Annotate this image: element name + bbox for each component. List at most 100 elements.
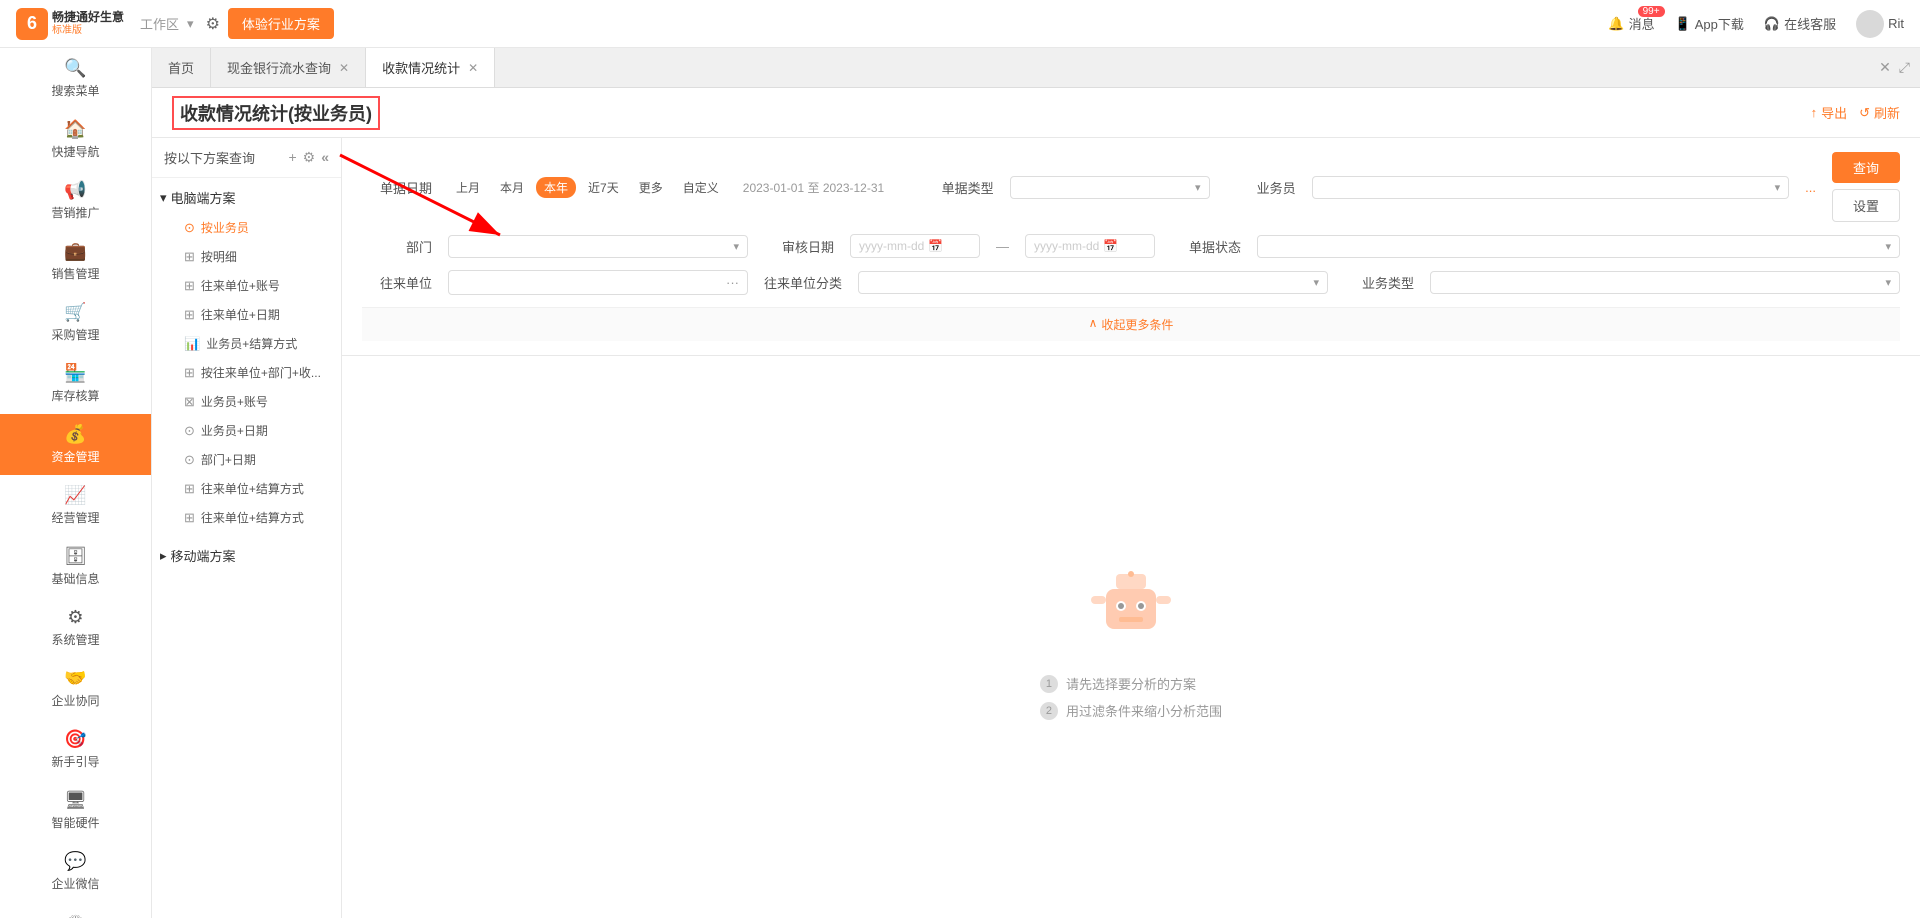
- tab-collection-stat-close[interactable]: ✕: [468, 61, 478, 75]
- add-scheme-btn[interactable]: +: [288, 149, 296, 166]
- date-tab-thisyear[interactable]: 本年: [536, 177, 576, 198]
- headset-icon: 🎧: [1764, 16, 1780, 32]
- scheme-item-8[interactable]: ⊙ 部门+日期: [160, 445, 341, 474]
- export-button[interactable]: ↑ 导出: [1811, 103, 1848, 122]
- scheme-item-1-label: 按明细: [201, 248, 237, 265]
- scheme-item-8-label: 部门+日期: [201, 451, 256, 468]
- scheme-item-2[interactable]: ⊞ 往来单位+账号: [160, 271, 341, 300]
- tab-collection-stat-label: 收款情况统计: [382, 58, 460, 77]
- tip-num-2: 2: [1040, 702, 1058, 720]
- bell-icon: 🔔: [1608, 16, 1624, 32]
- scheme-group-mobile-header[interactable]: ▸ 移动端方案: [152, 540, 341, 571]
- scheme-item-7[interactable]: ⊙ 业务员+日期: [160, 416, 341, 445]
- sidebar-item-wechat[interactable]: 💬 企业微信: [0, 841, 151, 902]
- purchase-icon: 🛒: [64, 302, 86, 323]
- empty-tip-2-text: 用过滤条件来缩小分析范围: [1066, 701, 1222, 720]
- sidebar-item-basicinfo[interactable]: 🗄 基础信息: [0, 536, 151, 597]
- scheme-item-9[interactable]: ⊞ 往来单位+结算方式: [160, 474, 341, 503]
- sidebar-item-quicknav[interactable]: 🏠 快捷导航: [0, 109, 151, 170]
- sidebar-item-purchase[interactable]: 🛒 采购管理: [0, 292, 151, 353]
- export-icon: ↑: [1811, 105, 1818, 120]
- sidebar-item-search[interactable]: 🔍 搜索菜单: [0, 48, 151, 109]
- app-download-btn[interactable]: 📱 App下载: [1675, 14, 1744, 33]
- scheme-item-6[interactable]: ⊠ 业务员+账号: [160, 387, 341, 416]
- tab-window-close[interactable]: ✕: [1879, 59, 1891, 76]
- sidebar-item-label-basicinfo: 基础信息: [51, 570, 99, 587]
- user-avatar: [1856, 10, 1884, 38]
- messages-btn[interactable]: 🔔 消息 99+: [1608, 14, 1654, 33]
- user-info[interactable]: Rit: [1856, 10, 1904, 38]
- dept-select[interactable]: ▾: [448, 235, 748, 258]
- voucher-status-select[interactable]: ▾: [1257, 235, 1900, 258]
- scheme-item-3[interactable]: ⊞ 往来单位+日期: [160, 300, 341, 329]
- date-tab-lastmonth[interactable]: 上月: [448, 177, 488, 198]
- tab-bank-flow-close[interactable]: ✕: [339, 61, 349, 75]
- collapse-panel-btn[interactable]: «: [321, 149, 329, 166]
- date-tabs: 上月 本月 本年 近7天 更多 自定义: [448, 177, 727, 198]
- collapse-more-btn[interactable]: ∧ 收起更多条件: [362, 307, 1900, 341]
- salesperson-more-btn[interactable]: ...: [1805, 180, 1816, 195]
- sidebar-item-hardware[interactable]: 🖥 智能硬件: [0, 780, 151, 841]
- sidebar-item-inventory[interactable]: 🏪 库存核算: [0, 353, 151, 414]
- tab-bank-flow[interactable]: 现金银行流水查询 ✕: [211, 48, 366, 87]
- settings-icon[interactable]: ⚙: [206, 14, 220, 34]
- sidebar-item-system[interactable]: ⚙ 系统管理: [0, 597, 151, 658]
- page-title-text: 收款情况统计(按业务员): [180, 104, 372, 124]
- scheme-item-10[interactable]: ⊞ 往来单位+结算方式: [160, 503, 341, 532]
- date-tab-7days[interactable]: 近7天: [580, 177, 627, 198]
- scheme-item-1[interactable]: ⊞ 按明细: [160, 242, 341, 271]
- scheme-group-desktop-header[interactable]: ▾ 电脑端方案: [152, 182, 341, 213]
- workspace-chevron[interactable]: ▾: [187, 16, 194, 32]
- phone-icon: 📱: [1675, 16, 1691, 32]
- sidebar-item-sales[interactable]: 💼 销售管理: [0, 231, 151, 292]
- top-bar: 6 畅捷通好生意 标准版 工作区 ▾ ⚙ 体验行业方案 🔔 消息 99+ 📱 A…: [0, 0, 1920, 48]
- query-button[interactable]: 查询: [1832, 152, 1900, 183]
- scheme-item-3-icon: ⊞: [184, 307, 195, 323]
- scheme-item-4[interactable]: 📊 业务员+结算方式: [160, 329, 341, 358]
- scheme-item-5[interactable]: ⊞ 按往来单位+部门+收...: [160, 358, 341, 387]
- sidebar-item-finance[interactable]: 💰 资金管理: [0, 414, 151, 475]
- scheme-item-0[interactable]: ⊙ 按业务员: [160, 213, 341, 242]
- filter-settings-button[interactable]: 设置: [1832, 189, 1900, 222]
- date-tab-thismonth[interactable]: 本月: [492, 177, 532, 198]
- date-tab-custom[interactable]: 自定义: [675, 177, 727, 198]
- partner-category-label: 往来单位分类: [764, 273, 842, 292]
- partner-more-btn[interactable]: ···: [726, 275, 739, 290]
- tab-bar-spacer: [495, 48, 1869, 87]
- trial-button[interactable]: 体验行业方案: [228, 8, 334, 39]
- partner-select[interactable]: ···: [448, 270, 748, 295]
- date-tab-more[interactable]: 更多: [631, 177, 671, 198]
- tab-collection-stat[interactable]: 收款情况统计 ✕: [366, 48, 495, 87]
- home-icon: 🏠: [64, 119, 86, 140]
- online-service-btn[interactable]: 🎧 在线客服: [1764, 14, 1836, 33]
- sidebar-item-marketing[interactable]: 📢 营销推广: [0, 170, 151, 231]
- biz-type-chevron: ▾: [1885, 276, 1891, 289]
- tab-home[interactable]: 首页: [152, 48, 211, 87]
- biz-type-select[interactable]: ▾: [1430, 271, 1900, 294]
- tab-window-expand[interactable]: ⤢: [1899, 59, 1910, 76]
- refresh-button[interactable]: ↺ 刷新: [1859, 103, 1900, 122]
- scheme-settings-btn[interactable]: ⚙: [303, 149, 316, 166]
- sidebar-item-enterprise[interactable]: 🤝 企业协同: [0, 658, 151, 719]
- export-label: 导出: [1821, 103, 1847, 122]
- scheme-item-6-icon: ⊠: [184, 394, 195, 410]
- review-date-start[interactable]: yyyy-mm-dd 📅: [850, 234, 980, 258]
- sidebar-item-operation[interactable]: 📈 经营管理: [0, 475, 151, 536]
- scheme-group-chevron-down: ▾: [160, 190, 167, 206]
- review-date-end[interactable]: yyyy-mm-dd 📅: [1025, 234, 1155, 258]
- scheme-item-0-label: 按业务员: [201, 219, 249, 236]
- sidebar-item-vip[interactable]: ♕ 畅会员: [0, 902, 151, 918]
- salesperson-select[interactable]: ▾: [1312, 176, 1790, 199]
- scheme-item-2-icon: ⊞: [184, 278, 195, 294]
- sidebar-item-label-sales: 销售管理: [51, 265, 99, 282]
- empty-tips: 1 请先选择要分析的方案 2 用过滤条件来缩小分析范围: [1040, 674, 1222, 720]
- date-separator: —: [996, 239, 1009, 254]
- scheme-item-0-icon: ⊙: [184, 220, 195, 236]
- voucher-type-select[interactable]: ▾: [1010, 176, 1210, 199]
- scheme-item-7-icon: ⊙: [184, 423, 195, 439]
- voucher-type-label: 单据类型: [924, 178, 994, 197]
- left-panel-header: 按以下方案查询 + ⚙ «: [152, 138, 341, 178]
- partner-category-select[interactable]: ▾: [858, 271, 1328, 294]
- empty-robot-icon: [1081, 554, 1181, 654]
- sidebar-item-guide[interactable]: 🎯 新手引导: [0, 719, 151, 780]
